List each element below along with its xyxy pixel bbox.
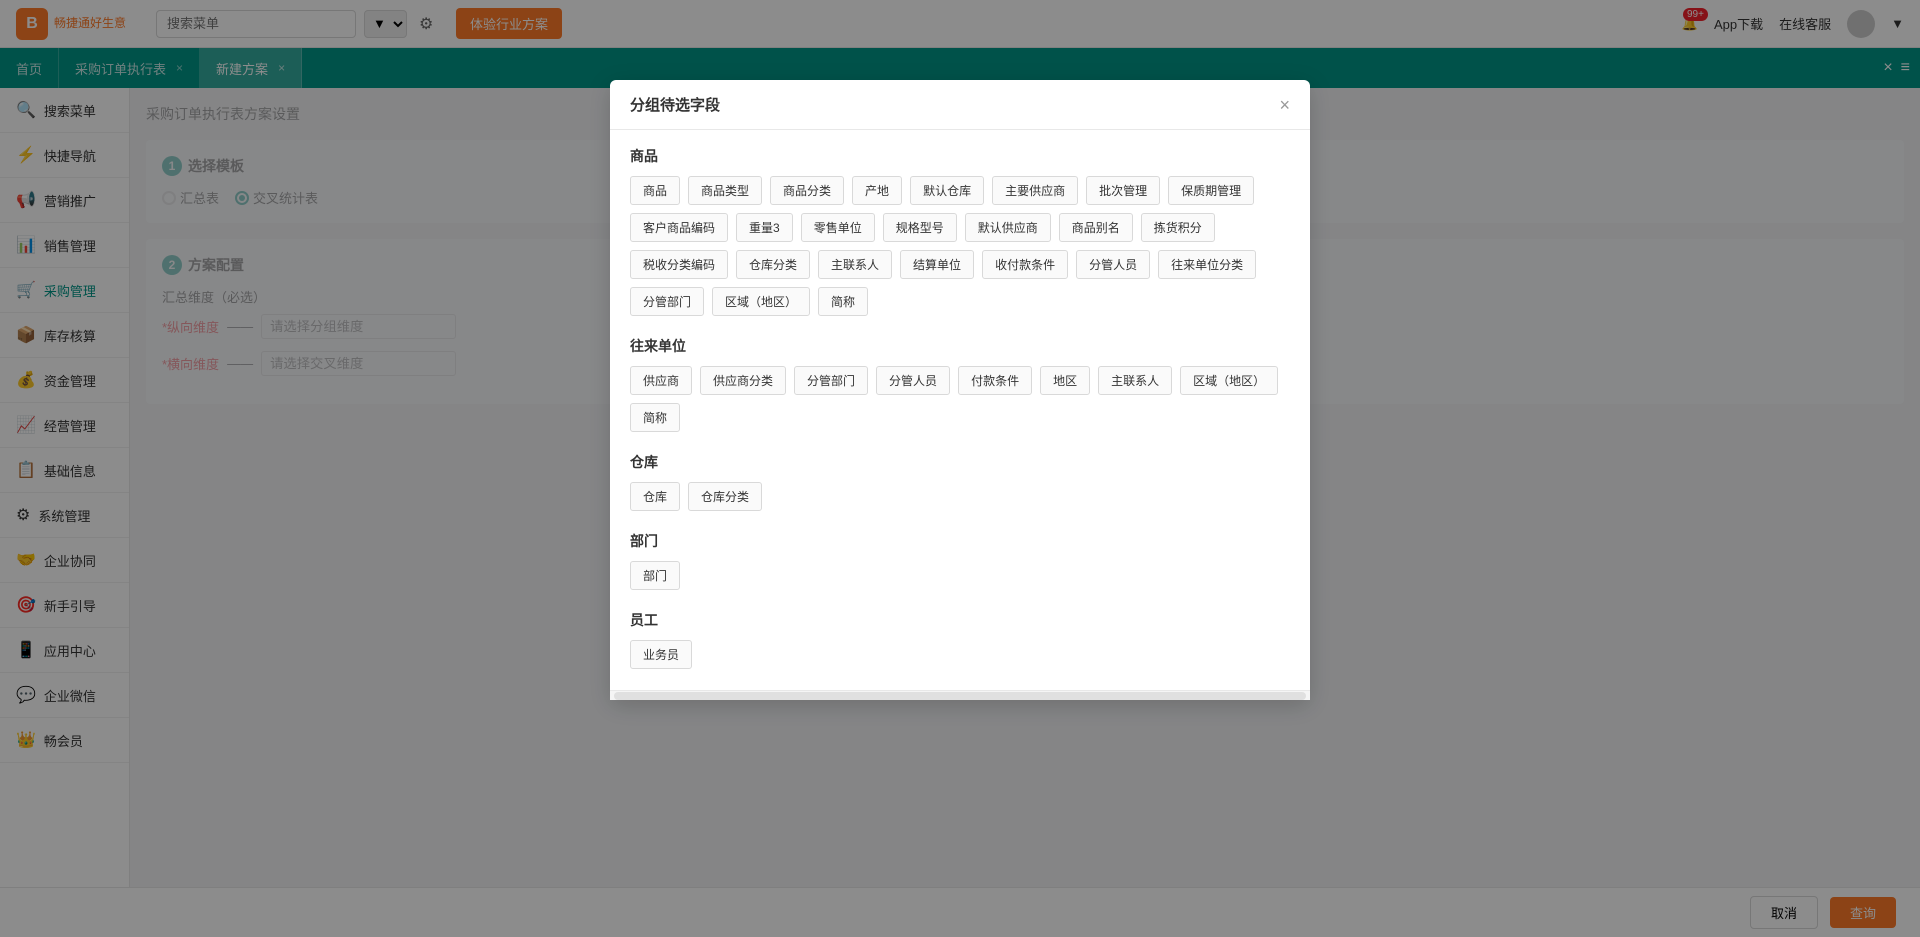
field-tag-0-18[interactable]: 结算单位 xyxy=(900,250,974,279)
field-tag-3-0[interactable]: 部门 xyxy=(630,561,680,590)
modal-horizontal-scrollbar[interactable] xyxy=(610,690,1310,700)
field-tag-0-19[interactable]: 收付款条件 xyxy=(982,250,1068,279)
field-group-title-4: 员工 xyxy=(630,610,1290,630)
field-tag-1-7[interactable]: 区域（地区） xyxy=(1180,366,1278,395)
field-tag-1-8[interactable]: 简称 xyxy=(630,403,680,432)
field-tag-0-2[interactable]: 商品分类 xyxy=(770,176,844,205)
field-group-title-0: 商品 xyxy=(630,146,1290,166)
field-tags-0: 商品商品类型商品分类产地默认仓库主要供应商批次管理保质期管理客户商品编码重量3 零… xyxy=(630,176,1290,316)
field-tag-0-14[interactable]: 拣货积分 xyxy=(1141,213,1215,242)
field-group-4: 员工业务员 xyxy=(630,610,1290,669)
field-tag-0-1[interactable]: 商品类型 xyxy=(688,176,762,205)
field-group-title-2: 仓库 xyxy=(630,452,1290,472)
field-group-2: 仓库仓库仓库分类 xyxy=(630,452,1290,511)
field-tag-1-4[interactable]: 付款条件 xyxy=(958,366,1032,395)
field-tag-0-3[interactable]: 产地 xyxy=(852,176,902,205)
field-group-0: 商品商品商品类型商品分类产地默认仓库主要供应商批次管理保质期管理客户商品编码重量… xyxy=(630,146,1290,316)
modal-body[interactable]: 商品商品商品类型商品分类产地默认仓库主要供应商批次管理保质期管理客户商品编码重量… xyxy=(610,130,1310,690)
field-tag-0-0[interactable]: 商品 xyxy=(630,176,680,205)
field-tag-0-5[interactable]: 主要供应商 xyxy=(992,176,1078,205)
field-group-3: 部门部门 xyxy=(630,531,1290,590)
field-tag-1-3[interactable]: 分管人员 xyxy=(876,366,950,395)
modal-header: 分组待选字段 × xyxy=(610,80,1310,130)
field-tag-1-6[interactable]: 主联系人 xyxy=(1098,366,1172,395)
modal-hscroll-thumb xyxy=(614,692,1306,700)
field-tag-0-13[interactable]: 商品别名 xyxy=(1059,213,1133,242)
field-tag-1-5[interactable]: 地区 xyxy=(1040,366,1090,395)
modal-overlay: 分组待选字段 × 商品商品商品类型商品分类产地默认仓库主要供应商批次管理保质期管… xyxy=(0,0,1920,937)
field-tag-0-7[interactable]: 保质期管理 xyxy=(1168,176,1254,205)
modal-dialog: 分组待选字段 × 商品商品商品类型商品分类产地默认仓库主要供应商批次管理保质期管… xyxy=(610,80,1310,700)
modal-close-button[interactable]: × xyxy=(1279,96,1290,114)
field-tag-1-0[interactable]: 供应商 xyxy=(630,366,692,395)
field-tag-0-11[interactable]: 规格型号 xyxy=(883,213,957,242)
field-tags-2: 仓库仓库分类 xyxy=(630,482,1290,511)
field-tag-0-24[interactable]: 简称 xyxy=(818,287,868,316)
field-tag-1-2[interactable]: 分管部门 xyxy=(794,366,868,395)
field-group-title-1: 往来单位 xyxy=(630,336,1290,356)
field-tag-0-22[interactable]: 分管部门 xyxy=(630,287,704,316)
field-tag-2-1[interactable]: 仓库分类 xyxy=(688,482,762,511)
field-tag-0-12[interactable]: 默认供应商 xyxy=(965,213,1051,242)
field-group-title-3: 部门 xyxy=(630,531,1290,551)
field-tag-0-4[interactable]: 默认仓库 xyxy=(910,176,984,205)
field-tags-4: 业务员 xyxy=(630,640,1290,669)
field-tag-2-0[interactable]: 仓库 xyxy=(630,482,680,511)
field-tags-1: 供应商供应商分类分管部门分管人员付款条件地区主联系人区域（地区） 简称 xyxy=(630,366,1290,432)
field-tag-0-10[interactable]: 零售单位 xyxy=(801,213,875,242)
modal-title: 分组待选字段 xyxy=(630,94,720,115)
field-tag-0-15[interactable]: 税收分类编码 xyxy=(630,250,728,279)
field-tags-3: 部门 xyxy=(630,561,1290,590)
field-tag-0-8[interactable]: 客户商品编码 xyxy=(630,213,728,242)
field-tag-0-20[interactable]: 分管人员 xyxy=(1076,250,1150,279)
field-tag-0-9[interactable]: 重量3 xyxy=(736,213,793,242)
field-tag-0-16[interactable]: 仓库分类 xyxy=(736,250,810,279)
field-group-1: 往来单位供应商供应商分类分管部门分管人员付款条件地区主联系人区域（地区） 简称 xyxy=(630,336,1290,432)
field-tag-0-23[interactable]: 区域（地区） xyxy=(712,287,810,316)
field-tag-0-21[interactable]: 往来单位分类 xyxy=(1158,250,1256,279)
field-tag-1-1[interactable]: 供应商分类 xyxy=(700,366,786,395)
field-tag-0-17[interactable]: 主联系人 xyxy=(818,250,892,279)
field-tag-4-0[interactable]: 业务员 xyxy=(630,640,692,669)
field-tag-0-6[interactable]: 批次管理 xyxy=(1086,176,1160,205)
